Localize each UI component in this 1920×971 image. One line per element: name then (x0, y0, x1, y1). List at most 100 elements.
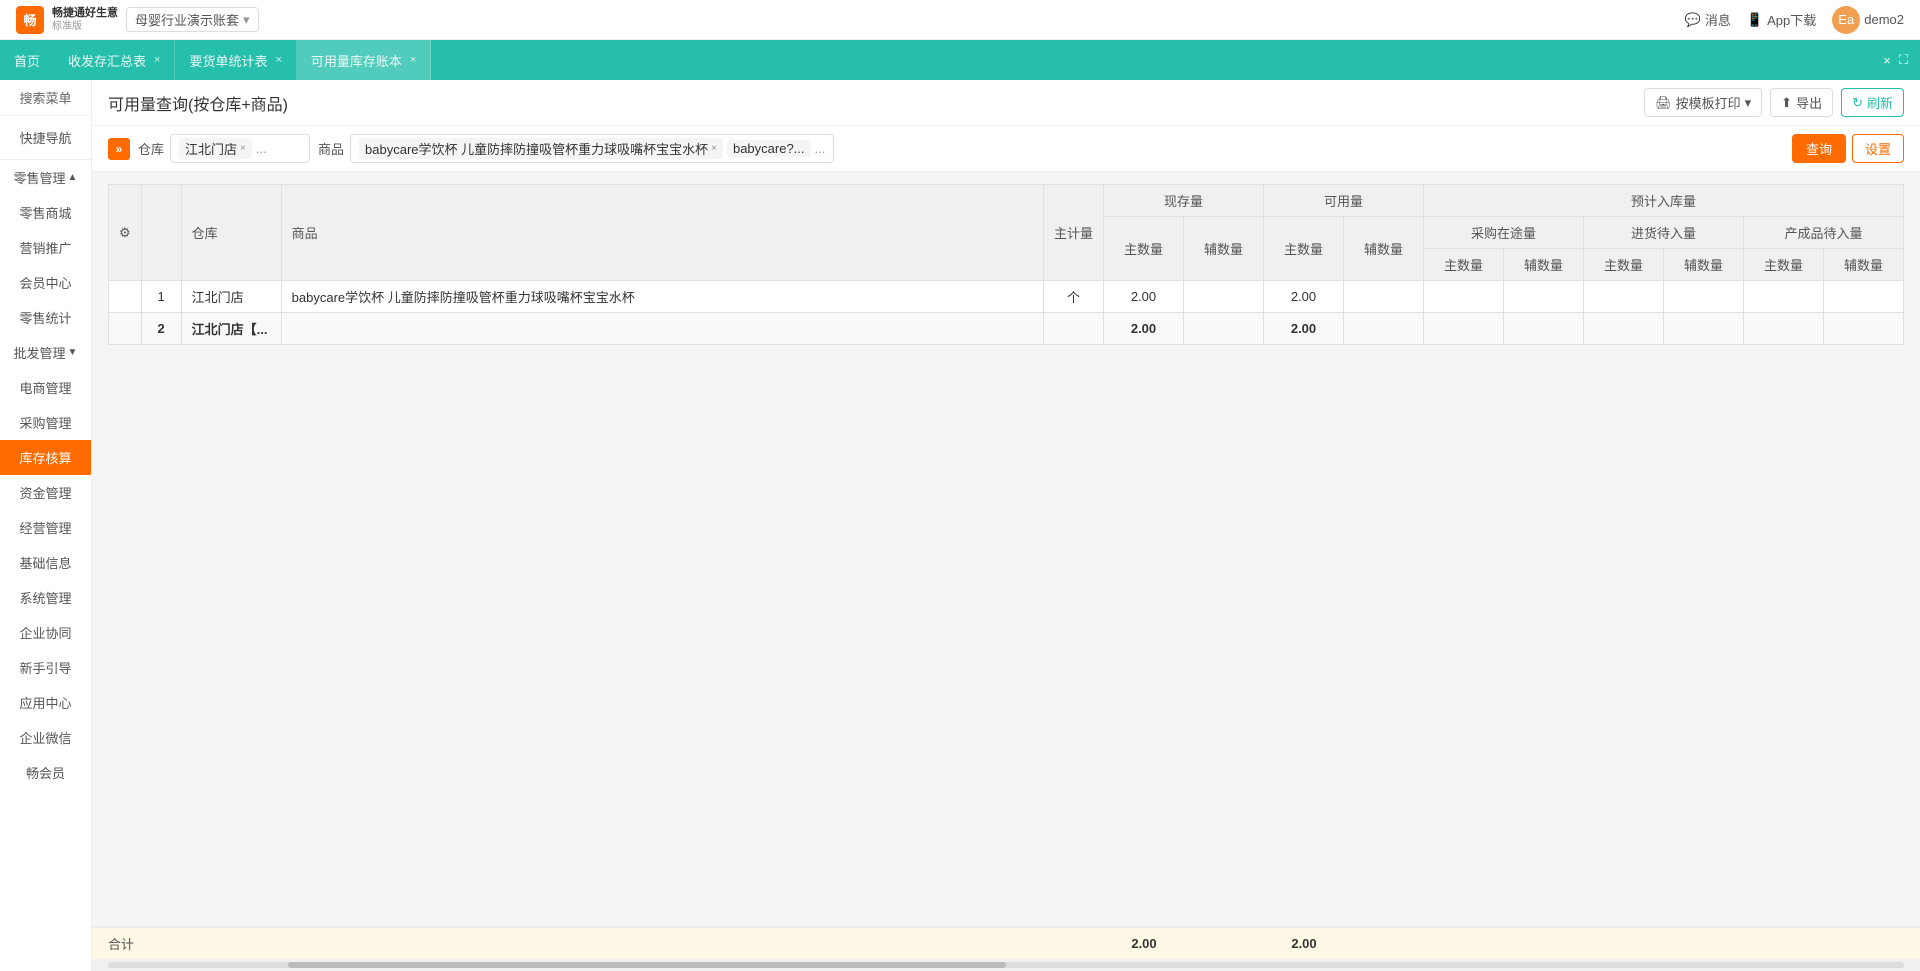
warehouse-ellipsis: ... (256, 141, 267, 156)
sidebar-item-newbie[interactable]: 新手引导 (0, 650, 91, 685)
row2-warehouse: 江北门店【... (181, 313, 281, 345)
col-no-header (141, 185, 181, 281)
row2-available-main: 2.00 (1264, 313, 1344, 345)
row1-stock-sub (1184, 281, 1264, 313)
industry-select[interactable]: 母婴行业演示账套 ▾ (126, 7, 259, 32)
row2-no: 2 (141, 313, 181, 345)
row1-purchase-transit-main (1424, 281, 1504, 313)
footer-label: 合计 (108, 934, 188, 953)
sidebar-item-purchase[interactable]: 采购管理 (0, 405, 91, 440)
nav-tabs: 首页 收发存汇总表 × 要货单统计表 × 可用量库存账本 × × ⛶ (0, 40, 1920, 80)
avatar: Ea (1832, 6, 1860, 34)
sidebar-item-retail-stats[interactable]: 零售统计 (0, 300, 91, 335)
col-available-sub-header: 辅数量 (1344, 217, 1424, 281)
footer-values: 2.00 2.00 (188, 936, 1904, 951)
footer-stock-main: 2.00 (1104, 936, 1184, 951)
export-button[interactable]: ⬆ 导出 (1770, 88, 1833, 117)
row2-production-incoming-main (1744, 313, 1824, 345)
sidebar-item-enterprise-wechat[interactable]: 企业微信 (0, 720, 91, 755)
col-purchase-transit-sub-header: 辅数量 (1504, 249, 1584, 281)
col-stock-group-header: 现存量 (1104, 185, 1264, 217)
tab-available-stock[interactable]: 可用量库存账本 × (297, 40, 431, 80)
sidebar-item-finance[interactable]: 资金管理 (0, 475, 91, 510)
chevron-down-icon: ▾ (1745, 95, 1752, 111)
close-tab-available-stock[interactable]: × (410, 54, 416, 66)
scrollbar-track (108, 962, 1904, 968)
row2-settings (109, 313, 142, 345)
settings-button[interactable]: 设置 (1852, 134, 1904, 163)
row2-production-incoming-sub (1824, 313, 1904, 345)
sidebar-item-inventory[interactable]: 库存核算 (0, 440, 91, 475)
row2-goods-incoming-main (1584, 313, 1664, 345)
top-bar: 畅 畅捷通好生意 标准版 母婴行业演示账套 ▾ 💬 消息 📱 App下载 Ea … (0, 0, 1920, 40)
brand-name: 畅捷通好生意 (52, 6, 118, 20)
page-title: 可用量查询(按仓库+商品) (108, 91, 288, 115)
query-button[interactable]: 查询 (1792, 134, 1846, 163)
sidebar: 搜索菜单 快捷导航 零售管理 ▲ 零售商城 营销推广 会员中心 零售统计 批发管… (0, 80, 92, 971)
filter-actions: 查询 设置 (1792, 134, 1904, 163)
filter-expand-button[interactable]: » (108, 138, 130, 160)
close-tab-order-stats[interactable]: × (275, 54, 281, 66)
content-area: 可用量查询(按仓库+商品) 🖨 按模板打印 ▾ ⬆ 导出 ↻ 刷新 » (92, 80, 1920, 971)
sidebar-item-quick-nav[interactable]: 快捷导航 (0, 120, 91, 155)
message-button[interactable]: 💬 消息 (1685, 10, 1731, 29)
warehouse-tag: 江北门店 × (179, 138, 252, 159)
remove-product-tag-1[interactable]: × (711, 143, 717, 154)
tab-home[interactable]: 首页 (0, 40, 54, 80)
page-actions: 🖨 按模板打印 ▾ ⬆ 导出 ↻ 刷新 (1644, 88, 1904, 117)
app-download-button[interactable]: 📱 App下载 (1747, 10, 1816, 29)
product-tag-2: babycare?... (727, 140, 811, 157)
sidebar-item-retail[interactable]: 零售管理 ▲ (0, 160, 91, 195)
sidebar-item-marketing[interactable]: 营销推广 (0, 230, 91, 265)
horizontal-scrollbar[interactable] (92, 959, 1920, 971)
refresh-button[interactable]: ↻ 刷新 (1841, 88, 1904, 117)
filter-bar: » 仓库 江北门店 × ... 商品 babycare学饮杯 儿童防摔防撞吸管杯… (92, 126, 1920, 172)
sidebar-item-operations[interactable]: 经营管理 (0, 510, 91, 545)
tab-receipt-summary[interactable]: 收发存汇总表 × (54, 40, 175, 80)
row2-purchase-transit-main (1424, 313, 1504, 345)
table-row: 2 江北门店【... 2.00 2.00 (109, 313, 1904, 345)
print-button[interactable]: 🖨 按模板打印 ▾ (1644, 88, 1762, 117)
export-icon: ⬆ (1781, 95, 1792, 111)
row1-product: babycare学饮杯 儿童防摔防撞吸管杯重力球吸嘴杯宝宝水杯 (281, 281, 1043, 313)
user-profile[interactable]: Ea demo2 (1832, 6, 1904, 34)
fullscreen-icon[interactable]: ⛶ (1899, 52, 1908, 68)
sidebar-item-retail-store[interactable]: 零售商城 (0, 195, 91, 230)
col-production-incoming-sub-header: 辅数量 (1824, 249, 1904, 281)
remove-warehouse-tag[interactable]: × (240, 143, 246, 154)
close-all-tabs[interactable]: × (1883, 53, 1891, 68)
col-settings-header[interactable]: ⚙ (109, 185, 142, 281)
warehouse-input[interactable]: 江北门店 × ... (170, 134, 310, 163)
col-goods-incoming-sub-header: 辅数量 (1664, 249, 1744, 281)
row2-stock-main: 2.00 (1104, 313, 1184, 345)
product-input[interactable]: babycare学饮杯 儿童防摔防撞吸管杯重力球吸嘴杯宝宝水杯 × babyca… (350, 134, 834, 163)
row1-warehouse: 江北门店 (181, 281, 281, 313)
table-footer: 合计 2.00 2.00 (92, 926, 1920, 959)
sidebar-item-ecommerce[interactable]: 电商管理 (0, 370, 91, 405)
sidebar-item-enterprise[interactable]: 企业协同 (0, 615, 91, 650)
close-tab-receipt-summary[interactable]: × (154, 54, 160, 66)
sidebar-item-app-center[interactable]: 应用中心 (0, 685, 91, 720)
tab-order-stats[interactable]: 要货单统计表 × (175, 40, 296, 80)
row2-unit (1044, 313, 1104, 345)
chevron-up-icon: ▲ (68, 172, 78, 183)
col-unit-header: 主计量 (1044, 185, 1104, 281)
message-icon: 💬 (1685, 12, 1701, 28)
row2-purchase-transit-sub (1504, 313, 1584, 345)
sidebar-item-system[interactable]: 系统管理 (0, 580, 91, 615)
brand-edition: 标准版 (52, 20, 118, 33)
chevron-down-icon: ▼ (68, 347, 78, 358)
sidebar-item-member[interactable]: 会员中心 (0, 265, 91, 300)
sidebar-item-wholesale[interactable]: 批发管理 ▼ (0, 335, 91, 370)
sidebar-item-basics[interactable]: 基础信息 (0, 545, 91, 580)
col-purchase-transit-group-header: 采购在途量 (1424, 217, 1584, 249)
row2-stock-sub (1184, 313, 1264, 345)
sidebar-search[interactable]: 搜索菜单 (0, 80, 91, 116)
col-available-main-header: 主数量 (1264, 217, 1344, 281)
col-production-incoming-group-header: 产成品待入量 (1744, 217, 1904, 249)
row2-available-sub (1344, 313, 1424, 345)
row1-available-main: 2.00 (1264, 281, 1344, 313)
scrollbar-thumb[interactable] (288, 962, 1006, 968)
sidebar-item-member2[interactable]: 畅会员 (0, 755, 91, 790)
col-product-header: 商品 (281, 185, 1043, 281)
